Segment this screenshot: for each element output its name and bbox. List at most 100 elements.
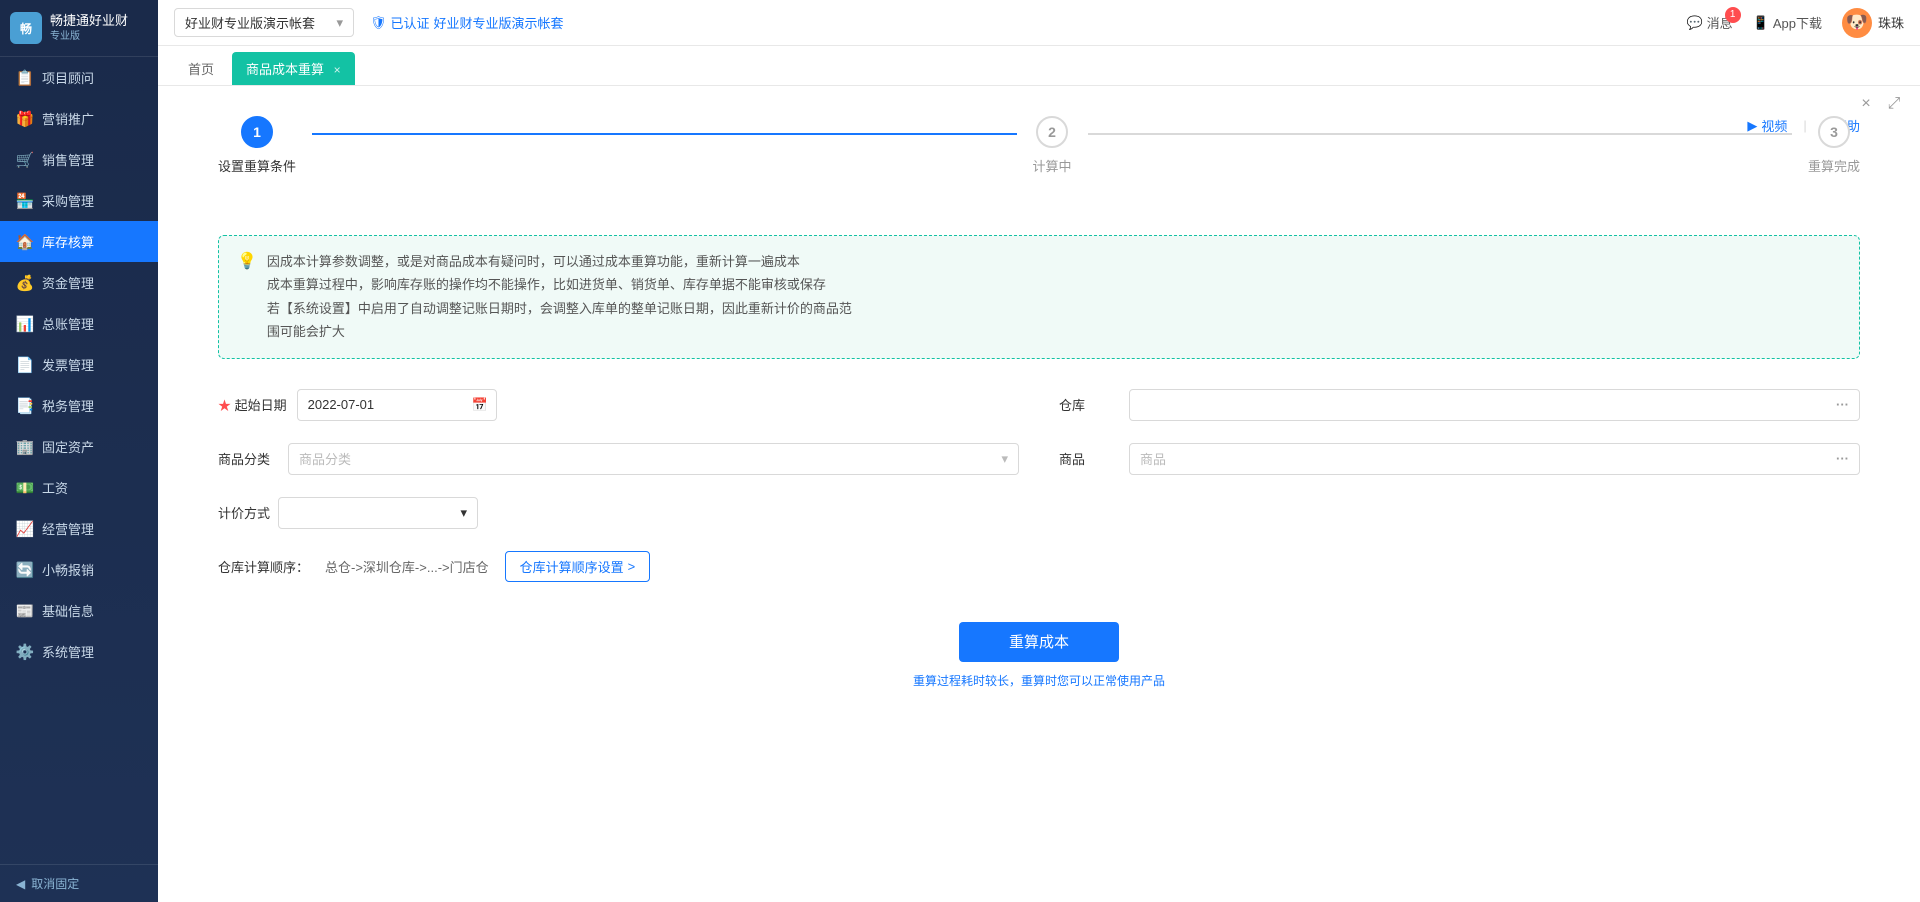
sidebar-item-sales[interactable]: 🛒 销售管理 bbox=[0, 139, 158, 180]
close-window-button[interactable]: × bbox=[1856, 94, 1876, 114]
verified-label: 已认证 bbox=[391, 13, 430, 32]
wizard-container: 1 设置重算条件 2 计算中 3 重算 bbox=[158, 86, 1920, 235]
warehouse-order-btn-label: 仓库计算顺序设置 bbox=[520, 557, 624, 576]
app-logo: 畅 bbox=[10, 12, 42, 44]
step-3-circle: 3 bbox=[1818, 116, 1850, 148]
expense-icon: 🔄 bbox=[16, 561, 34, 579]
account-dropdown-arrow: ▾ bbox=[336, 15, 343, 31]
sidebar-item-purchase[interactable]: 🏪 采购管理 bbox=[0, 180, 158, 221]
sidebar-item-label: 税务管理 bbox=[42, 396, 94, 415]
sidebar-item-basicinfo[interactable]: 📰 基础信息 bbox=[0, 590, 158, 631]
tab-cost-recalc[interactable]: 商品成本重算 × bbox=[232, 52, 355, 85]
sidebar-item-project[interactable]: 📋 项目顾问 bbox=[0, 57, 158, 98]
sidebar-item-tax[interactable]: 📑 税务管理 bbox=[0, 385, 158, 426]
message-button[interactable]: 💬 消息 1 bbox=[1686, 13, 1732, 32]
operations-icon: 📈 bbox=[16, 520, 34, 538]
sidebar-item-label: 采购管理 bbox=[42, 191, 94, 210]
app-download-label: App下载 bbox=[1773, 13, 1822, 32]
step-line-1 bbox=[312, 133, 1016, 135]
play-icon: ▶ bbox=[1747, 118, 1757, 134]
sidebar-item-label: 发票管理 bbox=[42, 355, 94, 374]
step-2: 2 计算中 bbox=[1033, 116, 1072, 175]
recalculate-button[interactable]: 重算成本 bbox=[959, 622, 1119, 662]
step-3: 3 重算完成 bbox=[1808, 116, 1860, 175]
step-1-label: 设置重算条件 bbox=[218, 156, 296, 175]
sidebar-unpin-button[interactable]: ◀ 取消固定 bbox=[0, 864, 158, 902]
warehouse-input[interactable]: ··· bbox=[1129, 389, 1860, 421]
expand-window-button[interactable]: ⤢ bbox=[1884, 94, 1904, 114]
sidebar-item-system[interactable]: ⚙️ 系统管理 bbox=[0, 631, 158, 672]
warehouse-order-row: 仓库计算顺序： 总仓->深圳仓库->...->门店仓 仓库计算顺序设置 > bbox=[158, 551, 1920, 582]
sidebar-item-inventory[interactable]: 🏠 库存核算 bbox=[0, 221, 158, 262]
category-placeholder: 商品分类 bbox=[299, 449, 351, 468]
video-help-link[interactable]: ▶ 视频 bbox=[1747, 116, 1787, 135]
product-ellipsis-icon[interactable]: ··· bbox=[1836, 451, 1849, 466]
warehouse-order-settings-button[interactable]: 仓库计算顺序设置 > bbox=[505, 551, 651, 582]
tab-home[interactable]: 首页 bbox=[174, 52, 228, 85]
sales-icon: 🛒 bbox=[16, 151, 34, 169]
sidebar-item-accounting[interactable]: 📊 总账管理 bbox=[0, 303, 158, 344]
payroll-icon: 💵 bbox=[16, 479, 34, 497]
tab-close-icon[interactable]: × bbox=[334, 63, 341, 77]
marketing-icon: 🎁 bbox=[16, 110, 34, 128]
sidebar-item-label: 小畅报销 bbox=[42, 560, 94, 579]
topbar-right: 💬 消息 1 📱 App下载 🐶 珠珠 bbox=[1686, 8, 1904, 38]
sidebar-item-expense[interactable]: 🔄 小畅报销 bbox=[0, 549, 158, 590]
step-2-circle: 2 bbox=[1036, 116, 1068, 148]
unpin-icon: ◀ bbox=[16, 877, 25, 891]
step-3-label: 重算完成 bbox=[1808, 156, 1860, 175]
inventory-icon: 🏠 bbox=[16, 233, 34, 251]
app-title: 畅捷通好业财 专业版 bbox=[50, 13, 128, 43]
sidebar-item-marketing[interactable]: 🎁 营销推广 bbox=[0, 98, 158, 139]
category-dropdown-icon: ▾ bbox=[1001, 451, 1008, 467]
close-icon: × bbox=[1861, 95, 1870, 113]
submit-area: 重算成本 重算过程耗时较长，重算时您可以正常使用产品 bbox=[158, 612, 1920, 709]
step-1-circle: 1 bbox=[241, 116, 273, 148]
product-input[interactable]: 商品 ··· bbox=[1129, 443, 1860, 475]
avatar: 🐶 bbox=[1842, 8, 1872, 38]
category-select[interactable]: 商品分类 ▾ bbox=[288, 443, 1019, 475]
user-profile-button[interactable]: 🐶 珠珠 bbox=[1842, 8, 1904, 38]
product-placeholder: 商品 bbox=[1140, 449, 1166, 468]
window-controls: × ⤢ bbox=[1856, 94, 1904, 114]
account-selector[interactable]: 好业财专业版演示帐套 ▾ bbox=[174, 8, 354, 37]
content-area: × ⤢ 1 设置重算条件 2 bbox=[158, 86, 1920, 902]
sidebar-nav: 📋 项目顾问 🎁 营销推广 🛒 销售管理 🏪 采购管理 🏠 库存核算 💰 资金管… bbox=[0, 57, 158, 864]
chevron-right-icon: > bbox=[628, 559, 636, 574]
form-group-product: 商品 商品 ··· bbox=[1059, 443, 1860, 475]
sidebar-item-label: 系统管理 bbox=[42, 642, 94, 661]
calendar-icon[interactable]: 📅 bbox=[471, 397, 487, 413]
sidebar-item-operations[interactable]: 📈 经营管理 bbox=[0, 508, 158, 549]
app-download-button[interactable]: 📱 App下载 bbox=[1753, 13, 1822, 32]
system-icon: ⚙️ bbox=[16, 643, 34, 661]
warehouse-order-label: 仓库计算顺序： bbox=[218, 557, 309, 576]
purchase-icon: 🏪 bbox=[16, 192, 34, 210]
sidebar-item-label: 项目顾问 bbox=[42, 68, 94, 87]
user-name: 珠珠 bbox=[1878, 13, 1904, 32]
pricing-select[interactable]: ▾ bbox=[278, 497, 478, 529]
verified-badge: 🛡 已认证 好业财专业版演示帐套 bbox=[370, 13, 564, 32]
submit-hint: 重算过程耗时较长，重算时您可以正常使用产品 bbox=[913, 672, 1165, 689]
sidebar-item-label: 销售管理 bbox=[42, 150, 94, 169]
message-icon: 💬 bbox=[1686, 15, 1702, 31]
finance-icon: 💰 bbox=[16, 274, 34, 292]
info-box: 💡 因成本计算参数调整，或是对商品成本有疑问时，可以通过成本重算功能，重新计算一… bbox=[218, 235, 1860, 359]
sidebar-item-label: 基础信息 bbox=[42, 601, 94, 620]
sidebar-item-label: 库存核算 bbox=[42, 232, 94, 251]
verified-account-text: 好业财专业版演示帐套 bbox=[434, 13, 564, 32]
sidebar-item-invoice[interactable]: 📄 发票管理 bbox=[0, 344, 158, 385]
warehouse-order-text: 总仓->深圳仓库->...->门店仓 bbox=[325, 557, 489, 576]
sidebar-item-assets[interactable]: 🏢 固定资产 bbox=[0, 426, 158, 467]
tax-icon: 📑 bbox=[16, 397, 34, 415]
sidebar: 畅 畅捷通好业财 专业版 📋 项目顾问 🎁 营销推广 🛒 销售管理 🏪 采购管理… bbox=[0, 0, 158, 902]
sidebar-item-payroll[interactable]: 💵 工资 bbox=[0, 467, 158, 508]
form-row-1: ★ 起始日期 2022-07-01 📅 仓库 ··· bbox=[218, 389, 1860, 421]
step-1: 1 设置重算条件 bbox=[218, 116, 296, 175]
tabs-bar: 首页 商品成本重算 × bbox=[158, 46, 1920, 86]
tab-label: 商品成本重算 bbox=[246, 62, 324, 77]
warehouse-ellipsis-icon[interactable]: ··· bbox=[1836, 397, 1849, 412]
sidebar-item-finance[interactable]: 💰 资金管理 bbox=[0, 262, 158, 303]
main-area: 好业财专业版演示帐套 ▾ 🛡 已认证 好业财专业版演示帐套 💬 消息 1 📱 A… bbox=[158, 0, 1920, 902]
start-date-input[interactable]: 2022-07-01 📅 bbox=[297, 389, 497, 421]
pricing-dropdown-icon: ▾ bbox=[460, 505, 467, 521]
